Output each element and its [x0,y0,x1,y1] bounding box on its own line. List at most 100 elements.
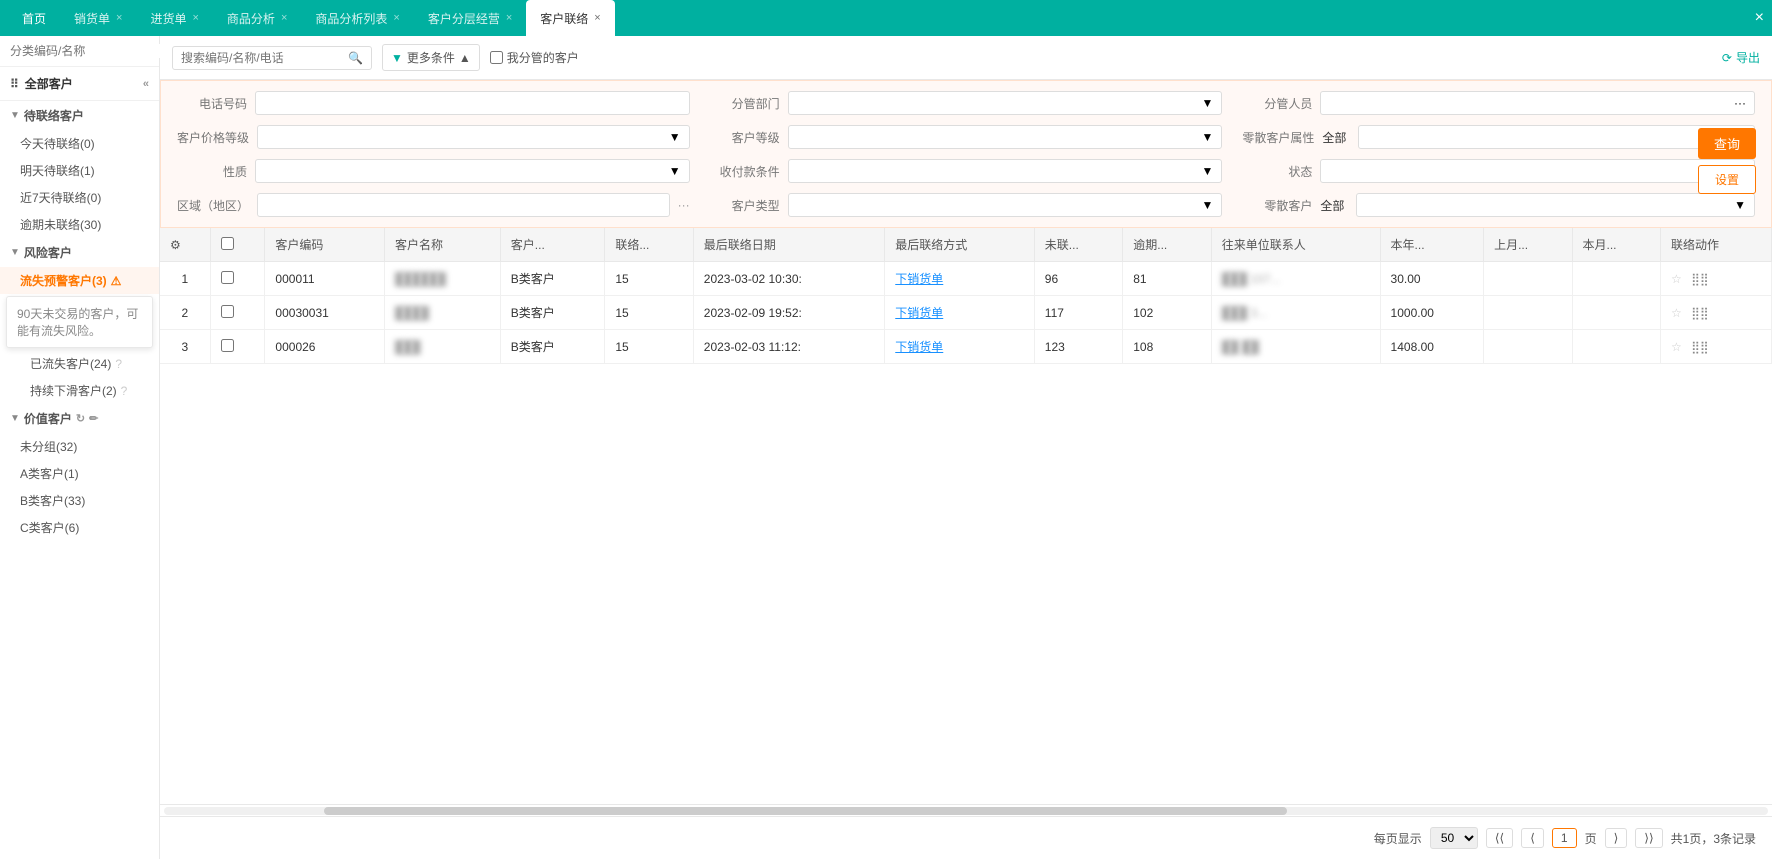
customer-level-label: 客户等级 [710,129,780,146]
row3-checkbox[interactable] [221,339,234,352]
sidebar-group-value-customers[interactable]: ▼ 价值客户 ↻ ✏ [0,404,159,433]
retail-select[interactable]: ▼ [1356,193,1755,217]
tab-purchase[interactable]: 进货单 × [136,0,212,36]
row3-action-star[interactable]: ☆ [1671,340,1682,354]
sidebar-group-pending-contact[interactable]: ▼ 待联络客户 [0,101,159,130]
filter-row-customer-type: 客户类型 ▼ [710,193,1223,217]
price-level-select[interactable]: ▼ [257,125,690,149]
row1-checkbox[interactable] [221,271,234,284]
select-all-checkbox[interactable] [221,237,234,250]
row2-contact-link[interactable]: 下销货单 [895,306,943,320]
row2-last-contact-method[interactable]: 下销货单 [885,296,1035,330]
first-page-button[interactable]: ⟨⟨ [1486,828,1513,848]
sidebar-item-overdue-pending[interactable]: 逾期未联络(30) [0,211,159,238]
filter-search-icon[interactable]: 🔍 [348,51,363,65]
tab-bar: 首页 销货单 × 进货单 × 商品分析 × 商品分析列表 × 客户分层经营 × … [0,0,1772,36]
region-input[interactable] [257,193,670,217]
sidebar-item-churned[interactable]: 已流失客户(24) ? [10,350,159,377]
tab-purchase-close[interactable]: × [192,12,198,24]
tab-goods-analysis-close[interactable]: × [281,12,287,24]
refresh-icon[interactable]: ↻ [76,412,85,425]
window-close-button[interactable]: × [1755,9,1764,27]
tab-sales-close[interactable]: × [116,12,122,24]
row1-action-menu[interactable]: ⣿⣿ [1691,272,1709,286]
sidebar-item-declining[interactable]: 持续下滑客户(2) ? [10,377,159,404]
filter-search-input[interactable] [181,51,348,65]
query-button[interactable]: 查询 [1698,128,1756,159]
sidebar-all-customers[interactable]: ⠿ 全部客户 « [0,67,159,101]
prev-page-button[interactable]: ⟨ [1521,828,1544,848]
row1-check[interactable] [210,262,265,296]
row2-checkbox[interactable] [221,305,234,318]
horizontal-scrollbar[interactable] [160,804,1772,816]
page-size-select[interactable]: 50 [1430,827,1478,849]
dept-select[interactable]: ▼ [788,91,1223,115]
tab-customer-tier-close[interactable]: × [506,12,512,24]
sidebar-item-churn-risk[interactable]: 流失预警客户(3) ⚠ [0,267,159,294]
person-select[interactable]: ··· [1320,91,1755,115]
filter-more-conditions[interactable]: ▼ 更多条件 ▲ [382,44,480,71]
col-last-contact-date: 最后联络日期 [693,228,884,262]
sidebar-item-class-a[interactable]: A类客户(1) [0,460,159,487]
row1-this-month [1572,262,1660,296]
sidebar-item-class-c[interactable]: C类客户(6) [0,514,159,541]
sidebar-item-tomorrow-pending[interactable]: 明天待联络(1) [0,157,159,184]
tab-goods-analysis-list[interactable]: 商品分析列表 × [301,0,413,36]
tab-customer-contact-close[interactable]: × [594,12,600,24]
customer-type-arrow: ▼ [1201,198,1213,212]
tab-goods-analysis-list-close[interactable]: × [393,12,399,24]
region-dots[interactable]: ··· [678,198,690,212]
nature-select[interactable]: ▼ [255,159,690,183]
payment-select[interactable]: ▼ [788,159,1223,183]
tab-customer-tier[interactable]: 客户分层经营 × [414,0,526,36]
ungrouped-label: 未分组(32) [20,438,77,455]
filter-row-nature: 性质 ▼ [177,159,690,183]
retail-attr-select[interactable]: ▼ [1358,125,1755,149]
row1-action: ☆ ⣿⣿ [1660,262,1771,296]
filter-row-retail: 零散客户 全部 ▼ [1242,193,1755,217]
row1-contact-link[interactable]: 下销货单 [895,272,943,286]
settings-button[interactable]: 设置 [1698,165,1756,194]
row3-contact-link[interactable]: 下销货单 [895,340,943,354]
sidebar-item-class-b[interactable]: B类客户(33) [0,487,159,514]
tab-sales[interactable]: 销货单 × [60,0,136,36]
sidebar-search-input[interactable] [10,44,165,58]
tab-sales-label: 销货单 [74,10,110,27]
row3-action-menu[interactable]: ⣿⣿ [1691,340,1709,354]
row1-last-contact-date: 2023-03-02 10:30: [693,262,884,296]
sidebar-item-ungrouped[interactable]: 未分组(32) [0,433,159,460]
last-page-button[interactable]: ⟩⟩ [1635,828,1662,848]
row1-last-contact-method[interactable]: 下销货单 [885,262,1035,296]
row3-last-contact-method[interactable]: 下销货单 [885,330,1035,364]
next-page-button[interactable]: ⟩ [1605,828,1628,848]
sidebar-group-at-risk[interactable]: ▼ 风险客户 [0,238,159,267]
sidebar-item-week-pending[interactable]: 近7天待联络(0) [0,184,159,211]
customer-type-select[interactable]: ▼ [788,193,1223,217]
row2-name-blurred: ████ [395,306,429,320]
my-customers-checkbox-wrap[interactable]: 我分管的客户 [490,49,579,66]
phone-input[interactable] [255,91,690,115]
my-customers-checkbox[interactable] [490,51,503,64]
row1-last-month [1484,262,1572,296]
col-settings[interactable]: ⚙ [160,228,210,262]
sidebar-collapse-icon[interactable]: « [143,78,149,90]
row1-uncontacted: 96 [1034,262,1122,296]
tab-customer-contact[interactable]: 客户联络 × [526,0,614,36]
more-conditions-label: 更多条件 [407,49,455,66]
row1-action-star[interactable]: ☆ [1671,272,1682,286]
table-row: 3 000026 ███ B类客户 15 2023-02-03 11:12: 下… [160,330,1772,364]
edit-icon[interactable]: ✏ [89,412,98,425]
customer-level-select[interactable]: ▼ [788,125,1223,149]
tab-home[interactable]: 首页 [8,0,60,36]
status-select[interactable]: ▼ [1320,159,1755,183]
filter-icon: ▼ [391,51,403,65]
tab-goods-analysis[interactable]: 商品分析 × [213,0,301,36]
row2-action-star[interactable]: ☆ [1671,306,1682,320]
row2-action-menu[interactable]: ⣿⣿ [1691,306,1709,320]
scroll-thumb[interactable] [324,807,1286,815]
row3-check[interactable] [210,330,265,364]
export-button[interactable]: ⟳ 导出 [1722,49,1760,66]
payment-arrow: ▼ [1201,164,1213,178]
row2-check[interactable] [210,296,265,330]
sidebar-item-today-pending[interactable]: 今天待联络(0) [0,130,159,157]
